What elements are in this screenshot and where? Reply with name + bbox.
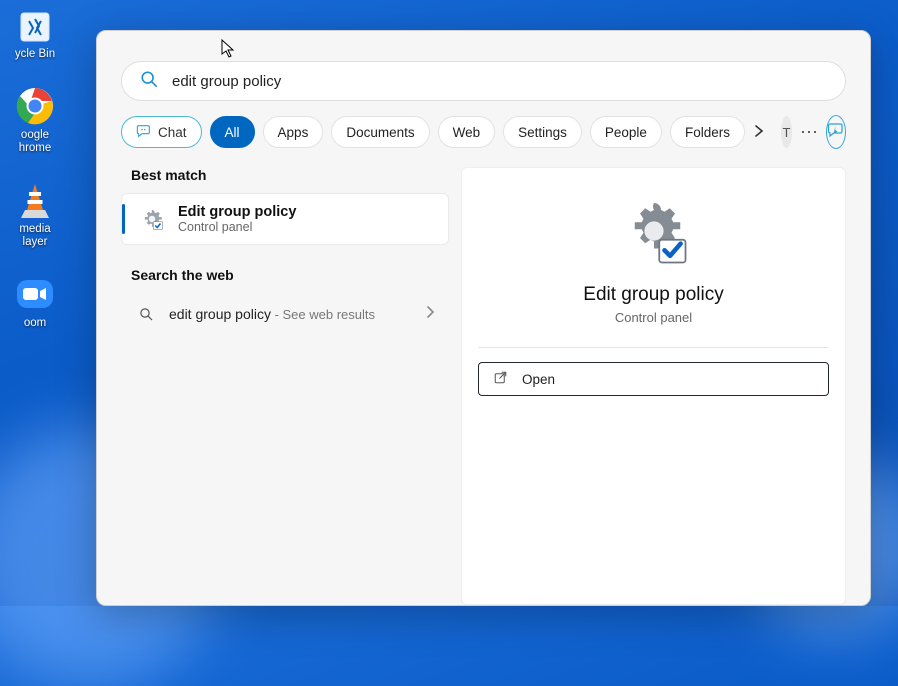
filter-all[interactable]: All — [210, 116, 255, 148]
web-result-item[interactable]: edit group policy - See web results — [121, 293, 449, 335]
desktop-icon-label: ycle Bin — [15, 48, 55, 61]
divider — [478, 347, 829, 348]
bing-icon — [827, 121, 845, 144]
best-match-result[interactable]: Edit group policy Control panel — [121, 193, 449, 245]
filter-settings[interactable]: Settings — [503, 116, 582, 148]
search-icon — [140, 70, 158, 93]
chevron-right-icon — [753, 125, 765, 140]
filter-folders[interactable]: Folders — [670, 116, 745, 148]
web-result-query: edit group policy — [169, 306, 271, 322]
search-icon — [135, 307, 157, 322]
filter-apps[interactable]: Apps — [263, 116, 324, 148]
web-result-suffix: - See web results — [271, 307, 375, 322]
chat-label: Chat — [158, 125, 187, 140]
bing-chat-icon — [136, 123, 152, 142]
preview-title: Edit group policy — [478, 284, 829, 306]
open-button[interactable]: Open — [478, 362, 829, 396]
search-filters: Chat All Apps Documents Web Settings Peo… — [121, 115, 846, 149]
desktop-icon-vlc[interactable]: media layer — [6, 179, 64, 249]
filter-documents[interactable]: Documents — [331, 116, 429, 148]
bing-button[interactable] — [826, 115, 846, 149]
desktop-icon-zoom[interactable]: oom — [6, 273, 64, 330]
zoom-icon — [14, 273, 56, 315]
best-match-title: Edit group policy — [178, 204, 296, 220]
desktop-icons: ycle Bin oogle hrome media layer oom — [0, 0, 70, 330]
results-column: Best match Edit group policy Control pan… — [121, 167, 449, 605]
chat-chip[interactable]: Chat — [121, 116, 202, 148]
filter-people[interactable]: People — [590, 116, 662, 148]
search-box[interactable] — [121, 61, 846, 101]
chrome-icon — [14, 85, 56, 127]
preview-pane: Edit group policy Control panel Open — [461, 167, 846, 605]
account-avatar[interactable]: T — [781, 116, 792, 148]
preview-gpedit-icon — [619, 196, 689, 266]
search-web-heading: Search the web — [131, 267, 449, 283]
filters-scroll-right[interactable] — [753, 116, 765, 148]
desktop-icon-recycle-bin[interactable]: ycle Bin — [6, 4, 64, 61]
chevron-right-icon — [425, 305, 435, 323]
desktop-icon-label: oogle hrome — [19, 129, 52, 155]
control-panel-gpedit-icon — [138, 205, 166, 233]
filter-web[interactable]: Web — [438, 116, 496, 148]
more-options-button[interactable]: ⋯ — [800, 116, 818, 148]
recycle-bin-icon — [14, 4, 56, 46]
desktop-icon-label: media layer — [19, 223, 50, 249]
desktop-icon-chrome[interactable]: oogle hrome — [6, 85, 64, 155]
open-label: Open — [522, 372, 555, 387]
best-match-subtitle: Control panel — [178, 220, 296, 234]
vlc-icon — [14, 179, 56, 221]
ellipsis-icon: ⋯ — [800, 122, 818, 143]
start-search-panel: Chat All Apps Documents Web Settings Peo… — [96, 30, 871, 606]
open-icon — [493, 370, 508, 388]
search-input[interactable] — [172, 73, 827, 90]
preview-subtitle: Control panel — [478, 310, 829, 325]
best-match-heading: Best match — [131, 167, 449, 183]
desktop-icon-label: oom — [24, 317, 46, 330]
